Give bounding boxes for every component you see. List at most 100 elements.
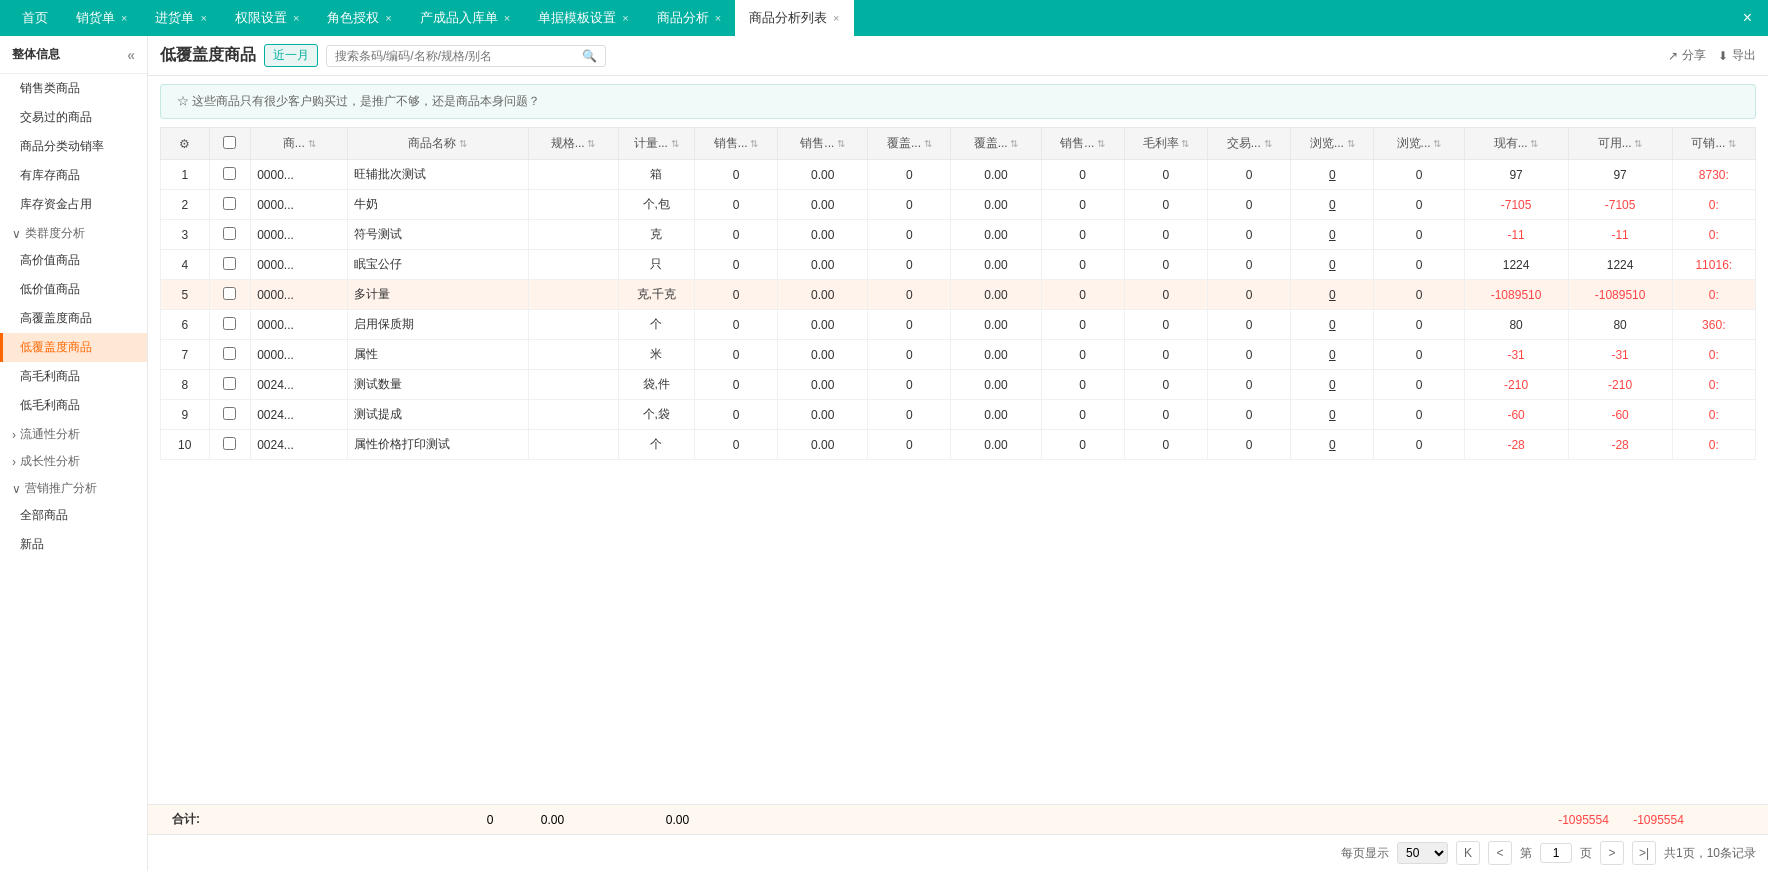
cell-browse1[interactable]: 0 bbox=[1291, 340, 1374, 370]
close-icon[interactable]: × bbox=[833, 12, 839, 24]
sidebar-item-traded-products[interactable]: 交易过的商品 bbox=[0, 103, 147, 132]
sidebar-item-high-coverage[interactable]: 高覆盖度商品 bbox=[0, 304, 147, 333]
nav-item-template[interactable]: 单据模板设置 × bbox=[524, 0, 642, 36]
col-sales3[interactable]: 销售... bbox=[1041, 128, 1124, 160]
col-spec[interactable]: 规格... bbox=[528, 128, 618, 160]
page-number-input[interactable] bbox=[1540, 843, 1572, 863]
col-code[interactable]: 商... bbox=[251, 128, 348, 160]
cell-browse1[interactable]: 0 bbox=[1291, 160, 1374, 190]
cell-browse1[interactable]: 0 bbox=[1291, 280, 1374, 310]
row-checkbox[interactable] bbox=[223, 407, 236, 420]
cell-browse1[interactable]: 0 bbox=[1291, 430, 1374, 460]
nav-item-product-analysis[interactable]: 商品分析 × bbox=[643, 0, 735, 36]
export-button[interactable]: ⬇ 导出 bbox=[1718, 47, 1756, 64]
cell-name[interactable]: 属性价格打印测试 bbox=[348, 430, 528, 460]
cell-name[interactable]: 测试数量 bbox=[348, 370, 528, 400]
col-name[interactable]: 商品名称 bbox=[348, 128, 528, 160]
nav-item-permissions[interactable]: 权限设置 × bbox=[221, 0, 313, 36]
row-checkbox[interactable] bbox=[223, 287, 236, 300]
col-browse2[interactable]: 浏览... bbox=[1374, 128, 1464, 160]
search-icon[interactable]: 🔍 bbox=[582, 49, 597, 63]
nav-item-production[interactable]: 产成品入库单 × bbox=[406, 0, 524, 36]
cell-checkbox[interactable] bbox=[209, 280, 251, 310]
cell-browse1[interactable]: 0 bbox=[1291, 310, 1374, 340]
close-icon[interactable]: × bbox=[200, 12, 206, 24]
row-checkbox[interactable] bbox=[223, 227, 236, 240]
col-sales-amount[interactable]: 销售... bbox=[778, 128, 868, 160]
cell-name[interactable]: 属性 bbox=[348, 340, 528, 370]
cell-browse1[interactable]: 0 bbox=[1291, 400, 1374, 430]
col-browse1[interactable]: 浏览... bbox=[1291, 128, 1374, 160]
row-checkbox[interactable] bbox=[223, 377, 236, 390]
cell-checkbox[interactable] bbox=[209, 190, 251, 220]
sidebar-item-stocked[interactable]: 有库存商品 bbox=[0, 161, 147, 190]
close-icon[interactable]: × bbox=[121, 12, 127, 24]
sidebar-item-category-rate[interactable]: 商品分类动销率 bbox=[0, 132, 147, 161]
search-input[interactable] bbox=[335, 49, 578, 63]
cell-name[interactable]: 牛奶 bbox=[348, 190, 528, 220]
cell-checkbox[interactable] bbox=[209, 340, 251, 370]
prev-page-button[interactable]: < bbox=[1488, 841, 1512, 865]
cell-checkbox[interactable] bbox=[209, 400, 251, 430]
cell-name[interactable]: 多计量 bbox=[348, 280, 528, 310]
nav-item-home[interactable]: 首页 bbox=[8, 0, 62, 36]
cell-checkbox[interactable] bbox=[209, 430, 251, 460]
cell-checkbox[interactable] bbox=[209, 310, 251, 340]
col-sales-qty[interactable]: 销售... bbox=[694, 128, 777, 160]
cell-name[interactable]: 旺辅批次测试 bbox=[348, 160, 528, 190]
sidebar-item-all-products[interactable]: 全部商品 bbox=[0, 501, 147, 530]
col-available[interactable]: 可用... bbox=[1568, 128, 1672, 160]
col-settings[interactable]: ⚙ bbox=[161, 128, 210, 160]
col-gross-rate[interactable]: 毛利率 bbox=[1124, 128, 1207, 160]
cell-name[interactable]: 测试提成 bbox=[348, 400, 528, 430]
nav-item-roles[interactable]: 角色授权 × bbox=[313, 0, 405, 36]
sidebar-group-cluster[interactable]: ∨ 类群度分析 bbox=[0, 219, 147, 246]
nav-item-analysis-list[interactable]: 商品分析列表 × bbox=[735, 0, 853, 36]
row-checkbox[interactable] bbox=[223, 167, 236, 180]
sidebar-group-growth[interactable]: › 成长性分析 bbox=[0, 447, 147, 474]
close-icon[interactable]: × bbox=[293, 12, 299, 24]
row-checkbox[interactable] bbox=[223, 347, 236, 360]
col-unit[interactable]: 计量... bbox=[618, 128, 694, 160]
col-current-stock[interactable]: 现有... bbox=[1464, 128, 1568, 160]
cell-name[interactable]: 眠宝公仔 bbox=[348, 250, 528, 280]
sidebar-item-low-coverage[interactable]: 低覆盖度商品 bbox=[0, 333, 147, 362]
close-all-button[interactable]: × bbox=[1735, 9, 1760, 27]
close-icon[interactable]: × bbox=[504, 12, 510, 24]
cell-name[interactable]: 启用保质期 bbox=[348, 310, 528, 340]
select-all-checkbox[interactable] bbox=[223, 136, 236, 149]
close-icon[interactable]: × bbox=[385, 12, 391, 24]
sidebar-item-inventory-fund[interactable]: 库存资金占用 bbox=[0, 190, 147, 219]
share-button[interactable]: ↗ 分享 bbox=[1668, 47, 1706, 64]
cell-browse1[interactable]: 0 bbox=[1291, 190, 1374, 220]
col-coverage1[interactable]: 覆盖... bbox=[868, 128, 951, 160]
sidebar-item-high-margin[interactable]: 高毛利商品 bbox=[0, 362, 147, 391]
last-page-button[interactable]: >| bbox=[1632, 841, 1656, 865]
cell-browse1[interactable]: 0 bbox=[1291, 250, 1374, 280]
cell-checkbox[interactable] bbox=[209, 250, 251, 280]
nav-item-purchase[interactable]: 进货单 × bbox=[141, 0, 220, 36]
sidebar-item-low-margin[interactable]: 低毛利商品 bbox=[0, 391, 147, 420]
sidebar-item-sales-products[interactable]: 销售类商品 bbox=[0, 74, 147, 103]
table-wrapper[interactable]: ⚙ 商... 商品名称 规格... 计量... 销售... 销售... 覆盖..… bbox=[148, 127, 1768, 804]
cell-browse1[interactable]: 0 bbox=[1291, 220, 1374, 250]
cell-checkbox[interactable] bbox=[209, 220, 251, 250]
row-checkbox[interactable] bbox=[223, 257, 236, 270]
cell-browse1[interactable]: 0 bbox=[1291, 370, 1374, 400]
cell-name[interactable]: 符号测试 bbox=[348, 220, 528, 250]
sidebar-group-marketing[interactable]: ∨ 营销推广分析 bbox=[0, 474, 147, 501]
nav-item-sales[interactable]: 销货单 × bbox=[62, 0, 141, 36]
sidebar-collapse-button[interactable]: « bbox=[127, 47, 135, 63]
close-icon[interactable]: × bbox=[622, 12, 628, 24]
sidebar-item-high-value[interactable]: 高价值商品 bbox=[0, 246, 147, 275]
row-checkbox[interactable] bbox=[223, 437, 236, 450]
close-icon[interactable]: × bbox=[715, 12, 721, 24]
next-page-button[interactable]: > bbox=[1600, 841, 1624, 865]
cell-checkbox[interactable] bbox=[209, 370, 251, 400]
filter-month-button[interactable]: 近一月 bbox=[264, 44, 318, 67]
sidebar-group-liquidity[interactable]: › 流通性分析 bbox=[0, 420, 147, 447]
row-checkbox[interactable] bbox=[223, 317, 236, 330]
row-checkbox[interactable] bbox=[223, 197, 236, 210]
page-size-select[interactable]: 50 20 100 bbox=[1397, 842, 1448, 864]
col-coverage2[interactable]: 覆盖... bbox=[951, 128, 1041, 160]
